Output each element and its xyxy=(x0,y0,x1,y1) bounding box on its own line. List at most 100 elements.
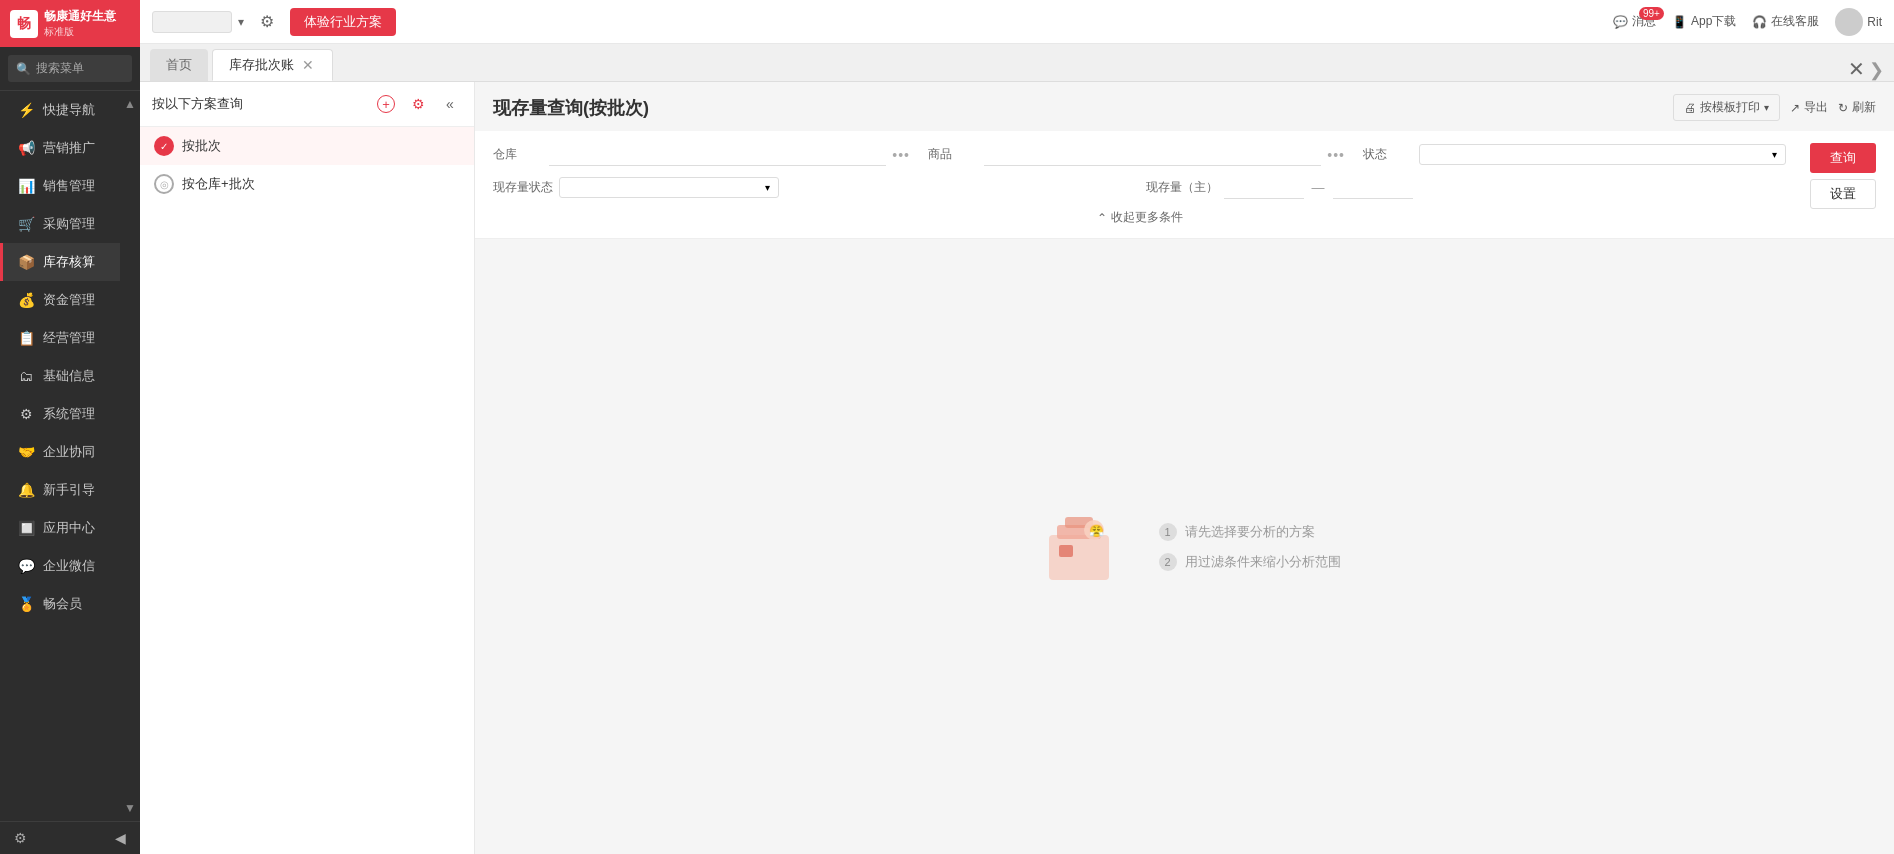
export-label: 导出 xyxy=(1804,99,1828,116)
online-service-label: 在线客服 xyxy=(1771,13,1819,30)
sidebar-item-sales[interactable]: 📊 销售管理 xyxy=(0,167,120,205)
inventory-status-label: 现存量状态 xyxy=(493,179,553,196)
topbar-right: 💬 消息 99+ 📱 App下载 🎧 在线客服 Rit xyxy=(1613,8,1882,36)
nav-label-wechat: 企业微信 xyxy=(43,557,95,575)
sidebar-item-guide[interactable]: 🔔 新手引导 xyxy=(0,471,120,509)
empty-tip-1: 1 请先选择要分析的方案 xyxy=(1159,523,1341,541)
product-more-button[interactable]: ••• xyxy=(1321,145,1351,165)
tip-num-2: 2 xyxy=(1159,553,1177,571)
quantity-from-input[interactable] xyxy=(1224,176,1304,199)
company-info: 畅康通好生意 标准版 xyxy=(44,8,116,39)
product-input[interactable] xyxy=(984,143,1321,166)
scheme-settings-button[interactable]: ⚙ xyxy=(406,92,430,116)
settings-button[interactable]: 设置 xyxy=(1810,179,1876,209)
collapse-sidebar-icon: ◀ xyxy=(115,830,126,846)
warehouse-input[interactable] xyxy=(549,143,886,166)
print-button[interactable]: 🖨 按模板打印 ▾ xyxy=(1673,94,1780,121)
empty-tips: 1 请先选择要分析的方案 2 用过滤条件来缩小分析范围 xyxy=(1159,523,1341,571)
main-area: ▾ ⚙ 体验行业方案 💬 消息 99+ 📱 App下载 🎧 在线客服 xyxy=(140,0,1894,854)
sidebar-item-base[interactable]: 🗂 基础信息 xyxy=(0,357,120,395)
product-more-icon: ••• xyxy=(1327,147,1345,163)
collapse-sidebar-button[interactable]: ◀ xyxy=(115,830,126,846)
sidebar-item-vip[interactable]: 🏅 畅会员 xyxy=(0,585,120,623)
svg-text:😤: 😤 xyxy=(1089,523,1104,538)
sidebar-footer: ⚙ ◀ xyxy=(0,821,140,854)
filter-quantity: 现存量（主） — xyxy=(1146,176,1787,199)
sidebar-item-inventory[interactable]: 📦 库存核算 xyxy=(0,243,120,281)
warehouse-more-button[interactable]: ••• xyxy=(886,145,916,165)
scroll-up-button[interactable]: ▲ xyxy=(122,95,138,113)
app-download-label: App下载 xyxy=(1691,13,1736,30)
right-main: 现存量查询(按批次) 🖨 按模板打印 ▾ ↗ 导出 ↻ 刷新 xyxy=(475,82,1894,854)
page-title: 现存量查询(按批次) xyxy=(493,96,649,120)
nav-label-guide: 新手引导 xyxy=(43,481,95,499)
scheme-by-batch[interactable]: ✓ 按批次 xyxy=(140,127,474,165)
inventory-status-select[interactable]: ▾ xyxy=(559,177,779,198)
nav-label-operations: 经营管理 xyxy=(43,329,95,347)
left-panel: 按以下方案查询 + ⚙ « ✓ 按批次 ◎ xyxy=(140,82,475,854)
svg-rect-3 xyxy=(1059,545,1073,557)
query-button[interactable]: 查询 xyxy=(1810,143,1876,173)
collapse-filter-label: 收起更多条件 xyxy=(1111,209,1183,226)
sidebar-item-finance[interactable]: 💰 资金管理 xyxy=(0,281,120,319)
topbar-settings-button[interactable]: ⚙ xyxy=(252,7,282,37)
add-scheme-button[interactable]: + xyxy=(374,92,398,116)
sidebar-item-appstore[interactable]: 🔲 应用中心 xyxy=(0,509,120,547)
export-button[interactable]: ↗ 导出 xyxy=(1790,99,1828,116)
product-label: 商品 xyxy=(928,146,978,163)
nav-icon-quick-nav: ⚡ xyxy=(17,101,35,119)
search-menu-button[interactable]: 🔍 搜索菜单 xyxy=(8,55,132,82)
sidebar-item-wechat[interactable]: 💬 企业微信 xyxy=(0,547,120,585)
search-menu-label: 搜索菜单 xyxy=(36,60,84,77)
search-icon: 🔍 xyxy=(16,62,31,76)
online-service-action[interactable]: 🎧 在线客服 xyxy=(1752,13,1819,30)
panel-close-button[interactable]: ✕ xyxy=(1848,57,1865,81)
message-badge: 99+ xyxy=(1639,7,1664,20)
message-action[interactable]: 💬 消息 99+ xyxy=(1613,13,1656,30)
scheme-by-warehouse-batch-dot: ◎ xyxy=(154,174,174,194)
filter-product: 商品 ••• xyxy=(928,143,1351,166)
nav-label-system: 系统管理 xyxy=(43,405,95,423)
experience-button[interactable]: 体验行业方案 xyxy=(290,8,396,36)
sidebar-item-operations[interactable]: 📋 经营管理 xyxy=(0,319,120,357)
app-download-action[interactable]: 📱 App下载 xyxy=(1672,13,1736,30)
nav-list: ⚡ 快捷导航 📢 营销推广 📊 销售管理 🛒 采购管理 📦 库存核算 💰 资金管… xyxy=(0,91,120,821)
nav-icon-appstore: 🔲 xyxy=(17,519,35,537)
sidebar: 畅 畅康通好生意 标准版 🔍 搜索菜单 ⚡ 快捷导航 📢 营销推广 📊 销售管理… xyxy=(0,0,140,854)
sidebar-item-enterprise[interactable]: 🤝 企业协同 xyxy=(0,433,120,471)
headset-icon: 🎧 xyxy=(1752,15,1767,29)
scroll-down-button[interactable]: ▼ xyxy=(122,799,138,817)
status-select[interactable]: ▾ xyxy=(1419,144,1786,165)
user-avatar xyxy=(1835,8,1863,36)
breadcrumb-input[interactable] xyxy=(152,11,232,33)
nav-icon-purchase: 🛒 xyxy=(17,215,35,233)
settings-footer-icon: ⚙ xyxy=(14,830,27,846)
sidebar-item-quick-nav[interactable]: ⚡ 快捷导航 xyxy=(0,91,120,129)
scheme-by-warehouse-batch[interactable]: ◎ 按仓库+批次 xyxy=(140,165,474,203)
quantity-to-input[interactable] xyxy=(1333,176,1413,199)
tab-home[interactable]: 首页 xyxy=(150,49,208,81)
nav-label-appstore: 应用中心 xyxy=(43,519,95,537)
print-label: 按模板打印 xyxy=(1700,99,1760,116)
settings-footer-button[interactable]: ⚙ xyxy=(14,830,27,846)
refresh-button[interactable]: ↻ 刷新 xyxy=(1838,99,1876,116)
panel-expand-icon[interactable]: ❯ xyxy=(1869,59,1884,81)
nav-icon-wechat: 💬 xyxy=(17,557,35,575)
sidebar-search-area: 🔍 搜索菜单 xyxy=(0,47,140,91)
print-icon: 🖨 xyxy=(1684,101,1696,115)
nav-icon-vip: 🏅 xyxy=(17,595,35,613)
sidebar-item-system[interactable]: ⚙ 系统管理 xyxy=(0,395,120,433)
nav-label-marketing: 营销推广 xyxy=(43,139,95,157)
tab-batch-account[interactable]: 库存批次账 ✕ xyxy=(212,49,333,81)
sidebar-item-marketing[interactable]: 📢 营销推广 xyxy=(0,129,120,167)
user-profile-action[interactable]: Rit xyxy=(1835,8,1882,36)
company-tag: 标准版 xyxy=(44,25,116,39)
collapse-left-panel-button[interactable]: « xyxy=(438,92,462,116)
filter-area: 仓库 ••• 商品 ••• xyxy=(475,131,1894,239)
tab-close-button[interactable]: ✕ xyxy=(300,57,316,73)
tip-1-label: 请先选择要分析的方案 xyxy=(1185,523,1315,541)
sidebar-item-purchase[interactable]: 🛒 采购管理 xyxy=(0,205,120,243)
collapse-filter-button[interactable]: ⌃ 收起更多条件 xyxy=(1097,209,1183,226)
filter-row-1: 仓库 ••• 商品 ••• xyxy=(493,143,1786,166)
breadcrumb-dropdown-button[interactable]: ▾ xyxy=(238,15,244,29)
